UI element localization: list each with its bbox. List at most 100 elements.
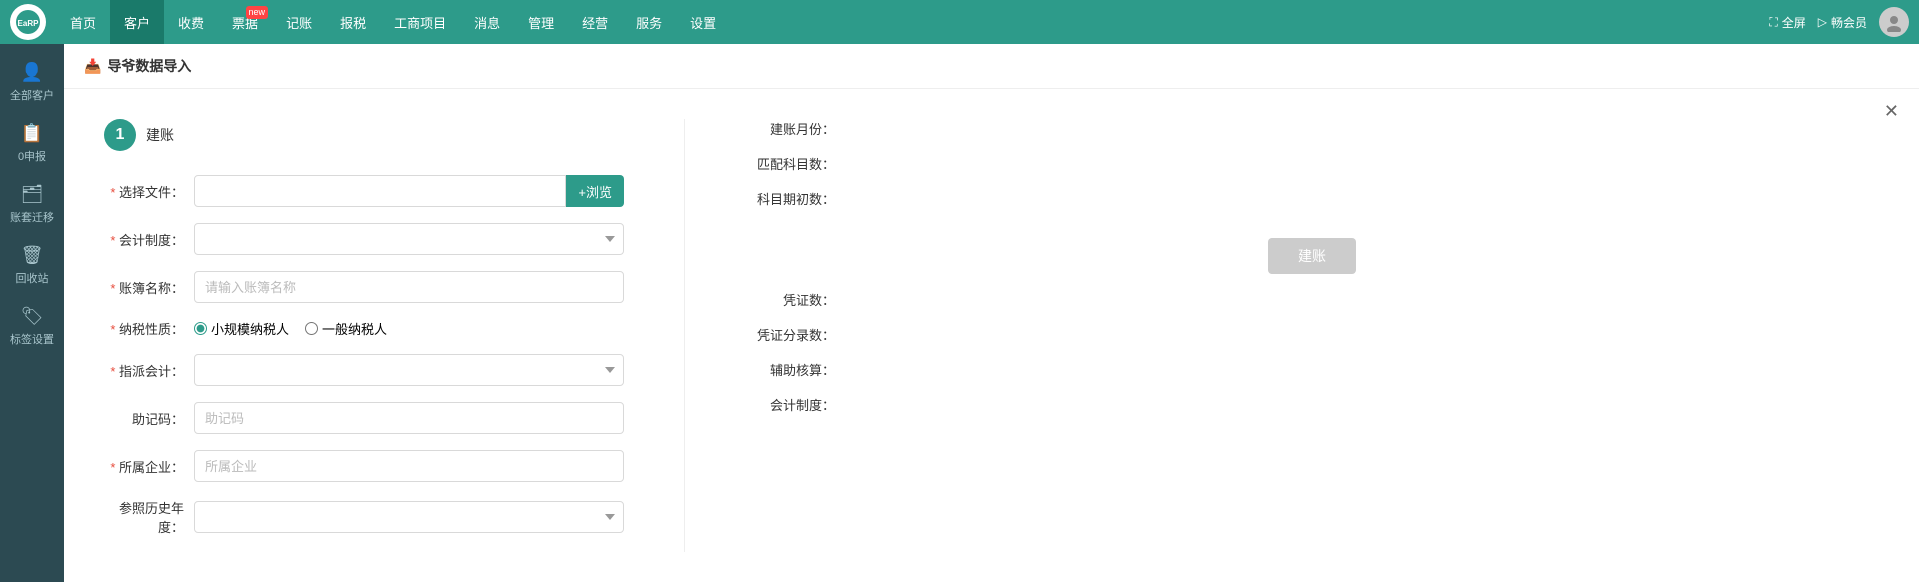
match-subjects-label: 匹配科目数： xyxy=(745,154,845,173)
nav-fee[interactable]: 收费 xyxy=(164,0,218,44)
page-header: 📥 导爷数据导入 xyxy=(64,44,1919,89)
sidebar-item-all-clients[interactable]: 👤 全部客户 xyxy=(2,54,62,111)
accounting-system-wrapper xyxy=(194,223,624,255)
fullscreen-btn[interactable]: ⛶ 全屏 xyxy=(1769,14,1805,31)
accountant-label: * 指派会计： xyxy=(104,361,194,380)
history-year-label: 参照历史年度： xyxy=(104,498,194,536)
match-subjects-row: 匹配科目数： xyxy=(745,154,1879,173)
accountant-select[interactable] xyxy=(194,354,624,386)
sidebar-item-migrate[interactable]: 🗂 账套迁移 xyxy=(2,176,62,233)
vip-btn[interactable]: ▷ 畅会员 xyxy=(1818,14,1867,31)
sidebar-item-label: 标签设置 xyxy=(10,331,54,347)
new-badge: new xyxy=(246,6,269,19)
tax-general[interactable]: 一般纳税人 xyxy=(305,319,387,338)
accounting-system-right-row: 会计制度： xyxy=(745,395,1879,414)
tax-small-scale[interactable]: 小规模纳税人 xyxy=(194,319,289,338)
sidebar-item-label: 回收站 xyxy=(16,270,49,286)
all-clients-icon: 👤 xyxy=(21,62,43,83)
ledger-name-row: * 账簿名称： xyxy=(104,271,624,303)
tax-general-radio[interactable] xyxy=(305,322,318,335)
app-logo[interactable]: EaRP xyxy=(10,4,46,40)
accountant-wrapper xyxy=(194,354,624,386)
main-layout: 👤 全部客户 📋 0申报 🗂 账套迁移 🗑 回收站 🏷 标签设置 📥 导爷数据导… xyxy=(0,44,1919,582)
divider xyxy=(684,119,685,552)
nav-right: ⛶ 全屏 ▷ 畅会员 xyxy=(1769,7,1909,37)
file-input-group: +浏览 xyxy=(194,175,624,207)
build-account-button[interactable]: 建账 xyxy=(1268,238,1356,274)
nav-operation[interactable]: 经营 xyxy=(568,0,622,44)
logo-icon: EaRP xyxy=(15,9,41,35)
form-card: ✕ 1 建账 * 选择文件： xyxy=(64,89,1919,582)
nav-manage[interactable]: 管理 xyxy=(514,0,568,44)
vip-label: 畅会员 xyxy=(1831,14,1867,31)
history-year-row: 参照历史年度： xyxy=(104,498,624,536)
main-content: 📥 导爷数据导入 ✕ 1 建账 xyxy=(64,44,1919,582)
browse-button[interactable]: +浏览 xyxy=(566,175,624,207)
voucher-count-row: 凭证数： xyxy=(745,290,1879,309)
nav-message[interactable]: 消息 xyxy=(460,0,514,44)
accounting-system-label: * 会计制度： xyxy=(104,230,194,249)
nav-service[interactable]: 服务 xyxy=(622,0,676,44)
ledger-name-label: * 账簿名称： xyxy=(104,278,194,297)
step-label: 建账 xyxy=(146,125,174,145)
tags-icon: 🏷 xyxy=(21,306,44,327)
company-row: * 所属企业： xyxy=(104,450,624,482)
memo-code-label: 助记码： xyxy=(104,409,194,428)
nav-clients[interactable]: 客户 xyxy=(110,0,164,44)
nav-business[interactable]: 工商项目 xyxy=(380,0,460,44)
sidebar-item-tags[interactable]: 🏷 标签设置 xyxy=(2,298,62,355)
sidebar-item-declare[interactable]: 📋 0申报 xyxy=(2,115,62,172)
trash-icon: 🗑 xyxy=(21,245,44,266)
tax-small-radio[interactable] xyxy=(194,322,207,335)
close-button[interactable]: ✕ xyxy=(1884,101,1899,122)
tax-type-label: * 纳税性质： xyxy=(104,319,194,338)
sidebar-item-label: 账套迁移 xyxy=(10,209,54,225)
voucher-entries-row: 凭证分录数： xyxy=(745,325,1879,344)
accounting-system-row: * 会计制度： xyxy=(104,223,624,255)
fullscreen-icon: ⛶ xyxy=(1769,15,1777,30)
step-circle: 1 xyxy=(104,119,136,151)
history-year-wrapper xyxy=(194,501,624,533)
file-input[interactable] xyxy=(194,175,566,207)
nav-settings[interactable]: 设置 xyxy=(676,0,730,44)
subjects-opening-row: 科目期初数： xyxy=(745,189,1879,208)
sidebar-item-label: 全部客户 xyxy=(10,87,54,103)
user-avatar[interactable] xyxy=(1879,7,1909,37)
company-label: * 所属企业： xyxy=(104,457,194,476)
memo-code-input[interactable] xyxy=(194,402,624,434)
vip-icon: ▷ xyxy=(1818,15,1827,29)
form-right: 建账月份： 匹配科目数： 科目期初数： 建账 xyxy=(745,119,1879,552)
tax-type-radio-group: 小规模纳税人 一般纳税人 xyxy=(194,319,624,338)
company-input[interactable] xyxy=(194,450,624,482)
migrate-icon: 🗂 xyxy=(21,184,44,205)
sidebar-item-label: 0申报 xyxy=(18,148,46,164)
file-label: * 选择文件： xyxy=(104,182,194,201)
avatar-icon xyxy=(1884,12,1904,32)
sidebar: 👤 全部客户 📋 0申报 🗂 账套迁移 🗑 回收站 🏷 标签设置 xyxy=(0,44,64,582)
file-row: * 选择文件： +浏览 xyxy=(104,175,624,207)
accountant-row: * 指派会计： xyxy=(104,354,624,386)
step-header: 1 建账 xyxy=(104,119,624,151)
nav-invoice[interactable]: 票据 new xyxy=(218,0,272,44)
sidebar-item-trash[interactable]: 🗑 回收站 xyxy=(2,237,62,294)
ledger-name-input[interactable] xyxy=(194,271,624,303)
nav-bookkeeping[interactable]: 记账 xyxy=(272,0,326,44)
nav-home[interactable]: 首页 xyxy=(56,0,110,44)
memo-code-row: 助记码： xyxy=(104,402,624,434)
subjects-opening-label: 科目期初数： xyxy=(745,189,845,208)
form-layout: 1 建账 * 选择文件： +浏览 xyxy=(104,119,1879,552)
top-nav: EaRP 首页 客户 收费 票据 new 记账 报税 工商项目 消息 管理 经营… xyxy=(0,0,1919,44)
nav-tax[interactable]: 报税 xyxy=(326,0,380,44)
page-title: 📥 导爷数据导入 xyxy=(84,56,191,76)
history-year-select[interactable] xyxy=(194,501,624,533)
voucher-entries-label: 凭证分录数： xyxy=(745,325,845,344)
auxiliary-label: 辅助核算： xyxy=(745,360,845,379)
page-title-text: 导爷数据导入 xyxy=(107,56,191,76)
build-month-row: 建账月份： xyxy=(745,119,1879,138)
fullscreen-label: 全屏 xyxy=(1782,14,1806,31)
page-title-icon: 📥 xyxy=(84,58,101,75)
svg-text:EaRP: EaRP xyxy=(18,19,40,28)
build-month-label: 建账月份： xyxy=(745,119,845,138)
accounting-system-right-label: 会计制度： xyxy=(745,395,845,414)
accounting-system-select[interactable] xyxy=(194,223,624,255)
